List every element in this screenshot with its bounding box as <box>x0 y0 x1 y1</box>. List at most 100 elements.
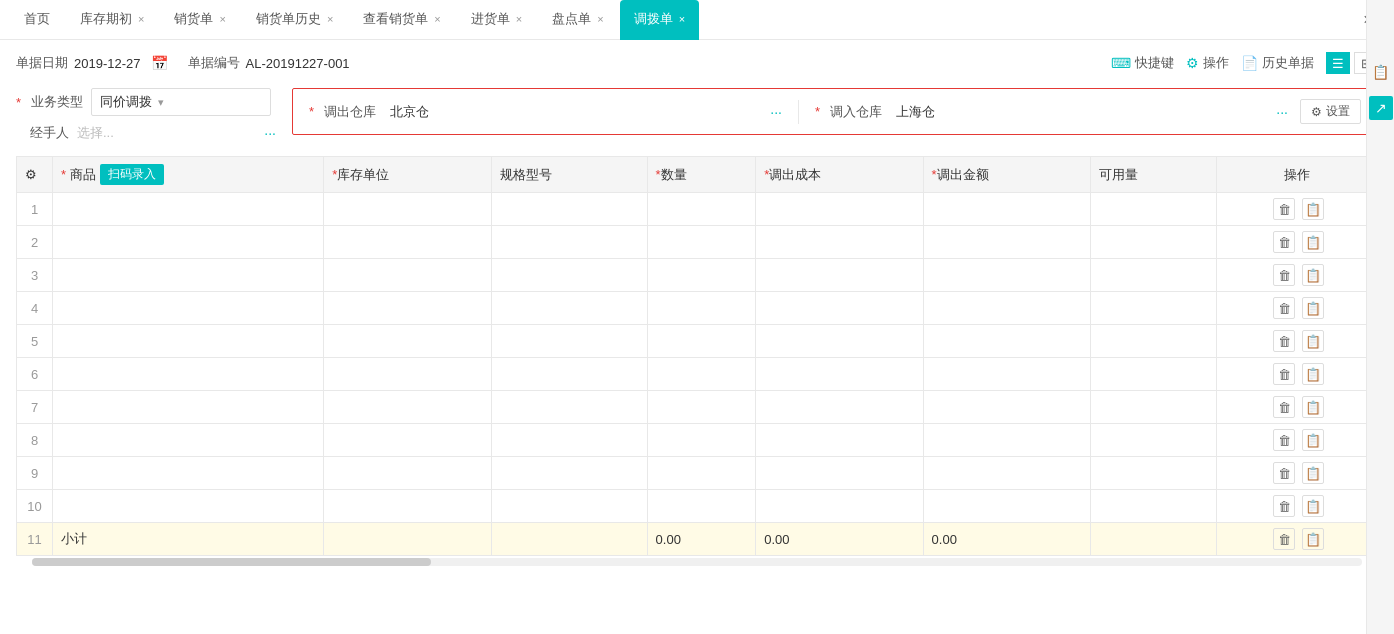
goods-cell[interactable] <box>53 457 324 490</box>
tab-transfer[interactable]: 调拨单 × <box>620 0 699 40</box>
spec-cell[interactable] <box>491 523 647 556</box>
qty-cell[interactable] <box>647 424 756 457</box>
goods-cell[interactable] <box>53 325 324 358</box>
cost-cell[interactable] <box>756 325 923 358</box>
copy-row-button[interactable]: 📋 <box>1302 396 1324 418</box>
list-view-button[interactable]: ☰ <box>1326 52 1350 74</box>
amount-cell[interactable] <box>923 358 1090 391</box>
copy-row-button[interactable]: 📋 <box>1302 429 1324 451</box>
unit-cell[interactable] <box>324 358 491 391</box>
goods-cell[interactable] <box>53 259 324 292</box>
copy-row-button[interactable]: 📋 <box>1302 231 1324 253</box>
tab-home[interactable]: 首页 <box>10 0 64 40</box>
copy-row-button[interactable]: 📋 <box>1302 330 1324 352</box>
history-action[interactable]: 📄 历史单据 <box>1241 54 1314 72</box>
unit-cell[interactable] <box>324 457 491 490</box>
sidebar-expand-icon[interactable]: ↗ <box>1369 96 1393 120</box>
spec-cell[interactable] <box>491 259 647 292</box>
qty-cell[interactable] <box>647 292 756 325</box>
horizontal-scrollbar[interactable] <box>32 558 1362 566</box>
qty-cell[interactable] <box>647 391 756 424</box>
qty-cell[interactable] <box>647 490 756 523</box>
qty-cell[interactable] <box>647 358 756 391</box>
tab-close-transfer[interactable]: × <box>679 13 685 25</box>
cost-cell[interactable]: 0.00 <box>756 523 923 556</box>
th-settings[interactable]: ⚙ <box>17 157 53 193</box>
amount-cell[interactable]: 0.00 <box>923 523 1090 556</box>
warehouse-out-more[interactable]: ··· <box>770 104 782 120</box>
goods-cell[interactable] <box>53 391 324 424</box>
copy-row-button[interactable]: 📋 <box>1302 363 1324 385</box>
amount-cell[interactable] <box>923 391 1090 424</box>
person-more-button[interactable]: ··· <box>264 125 276 141</box>
cost-cell[interactable] <box>756 424 923 457</box>
cost-cell[interactable] <box>756 193 923 226</box>
warehouse-in-more[interactable]: ··· <box>1276 104 1288 120</box>
spec-cell[interactable] <box>491 226 647 259</box>
copy-row-button[interactable]: 📋 <box>1302 528 1324 550</box>
amount-cell[interactable] <box>923 325 1090 358</box>
cost-cell[interactable] <box>756 259 923 292</box>
spec-cell[interactable] <box>491 457 647 490</box>
delete-row-button[interactable]: 🗑 <box>1273 462 1295 484</box>
unit-cell[interactable] <box>324 490 491 523</box>
qty-cell[interactable] <box>647 226 756 259</box>
delete-row-button[interactable]: 🗑 <box>1273 396 1295 418</box>
delete-row-button[interactable]: 🗑 <box>1273 429 1295 451</box>
tab-inventory-count[interactable]: 盘点单 × <box>538 0 617 40</box>
qty-cell[interactable] <box>647 259 756 292</box>
cost-cell[interactable] <box>756 226 923 259</box>
tab-close-inventory-count[interactable]: × <box>597 13 603 25</box>
amount-cell[interactable] <box>923 259 1090 292</box>
shortcut-action[interactable]: ⌨ 快捷键 <box>1111 54 1174 72</box>
tab-close-sales-order[interactable]: × <box>219 13 225 25</box>
spec-cell[interactable] <box>491 292 647 325</box>
cost-cell[interactable] <box>756 490 923 523</box>
tab-close-sales-history[interactable]: × <box>327 13 333 25</box>
goods-cell[interactable] <box>53 292 324 325</box>
goods-cell[interactable] <box>53 358 324 391</box>
delete-row-button[interactable]: 🗑 <box>1273 363 1295 385</box>
tab-sales-order[interactable]: 销货单 × <box>160 0 239 40</box>
unit-cell[interactable] <box>324 325 491 358</box>
tab-view-sales[interactable]: 查看销货单 × <box>349 0 454 40</box>
calendar-icon[interactable]: 📅 <box>151 55 168 71</box>
tab-close-purchase-order[interactable]: × <box>516 13 522 25</box>
cost-cell[interactable] <box>756 292 923 325</box>
tab-close-view-sales[interactable]: × <box>434 13 440 25</box>
spec-cell[interactable] <box>491 325 647 358</box>
copy-row-button[interactable]: 📋 <box>1302 495 1324 517</box>
unit-cell[interactable] <box>324 259 491 292</box>
cost-cell[interactable] <box>756 358 923 391</box>
amount-cell[interactable] <box>923 424 1090 457</box>
spec-cell[interactable] <box>491 193 647 226</box>
goods-cell[interactable] <box>53 226 324 259</box>
amount-cell[interactable] <box>923 193 1090 226</box>
delete-row-button[interactable]: 🗑 <box>1273 330 1295 352</box>
settings-button[interactable]: ⚙ 设置 <box>1300 99 1361 124</box>
spec-cell[interactable] <box>491 358 647 391</box>
goods-cell[interactable] <box>53 424 324 457</box>
goods-cell[interactable] <box>53 490 324 523</box>
goods-cell[interactable]: 小计 <box>53 523 324 556</box>
tab-close-inventory-init[interactable]: × <box>138 13 144 25</box>
qty-cell[interactable] <box>647 193 756 226</box>
delete-row-button[interactable]: 🗑 <box>1273 198 1295 220</box>
spec-cell[interactable] <box>491 391 647 424</box>
qty-cell[interactable] <box>647 325 756 358</box>
amount-cell[interactable] <box>923 457 1090 490</box>
delete-row-button[interactable]: 🗑 <box>1273 297 1295 319</box>
delete-row-button[interactable]: 🗑 <box>1273 264 1295 286</box>
tab-sales-history[interactable]: 销货单历史 × <box>242 0 347 40</box>
delete-row-button[interactable]: 🗑 <box>1273 495 1295 517</box>
scan-entry-button[interactable]: 扫码录入 <box>100 164 164 185</box>
unit-cell[interactable] <box>324 292 491 325</box>
copy-row-button[interactable]: 📋 <box>1302 462 1324 484</box>
biz-select[interactable]: 同价调拨 ▾ <box>91 88 271 116</box>
unit-cell[interactable] <box>324 424 491 457</box>
person-select[interactable]: 选择... <box>77 124 114 142</box>
amount-cell[interactable] <box>923 292 1090 325</box>
delete-row-button[interactable]: 🗑 <box>1273 231 1295 253</box>
amount-cell[interactable] <box>923 226 1090 259</box>
unit-cell[interactable] <box>324 391 491 424</box>
